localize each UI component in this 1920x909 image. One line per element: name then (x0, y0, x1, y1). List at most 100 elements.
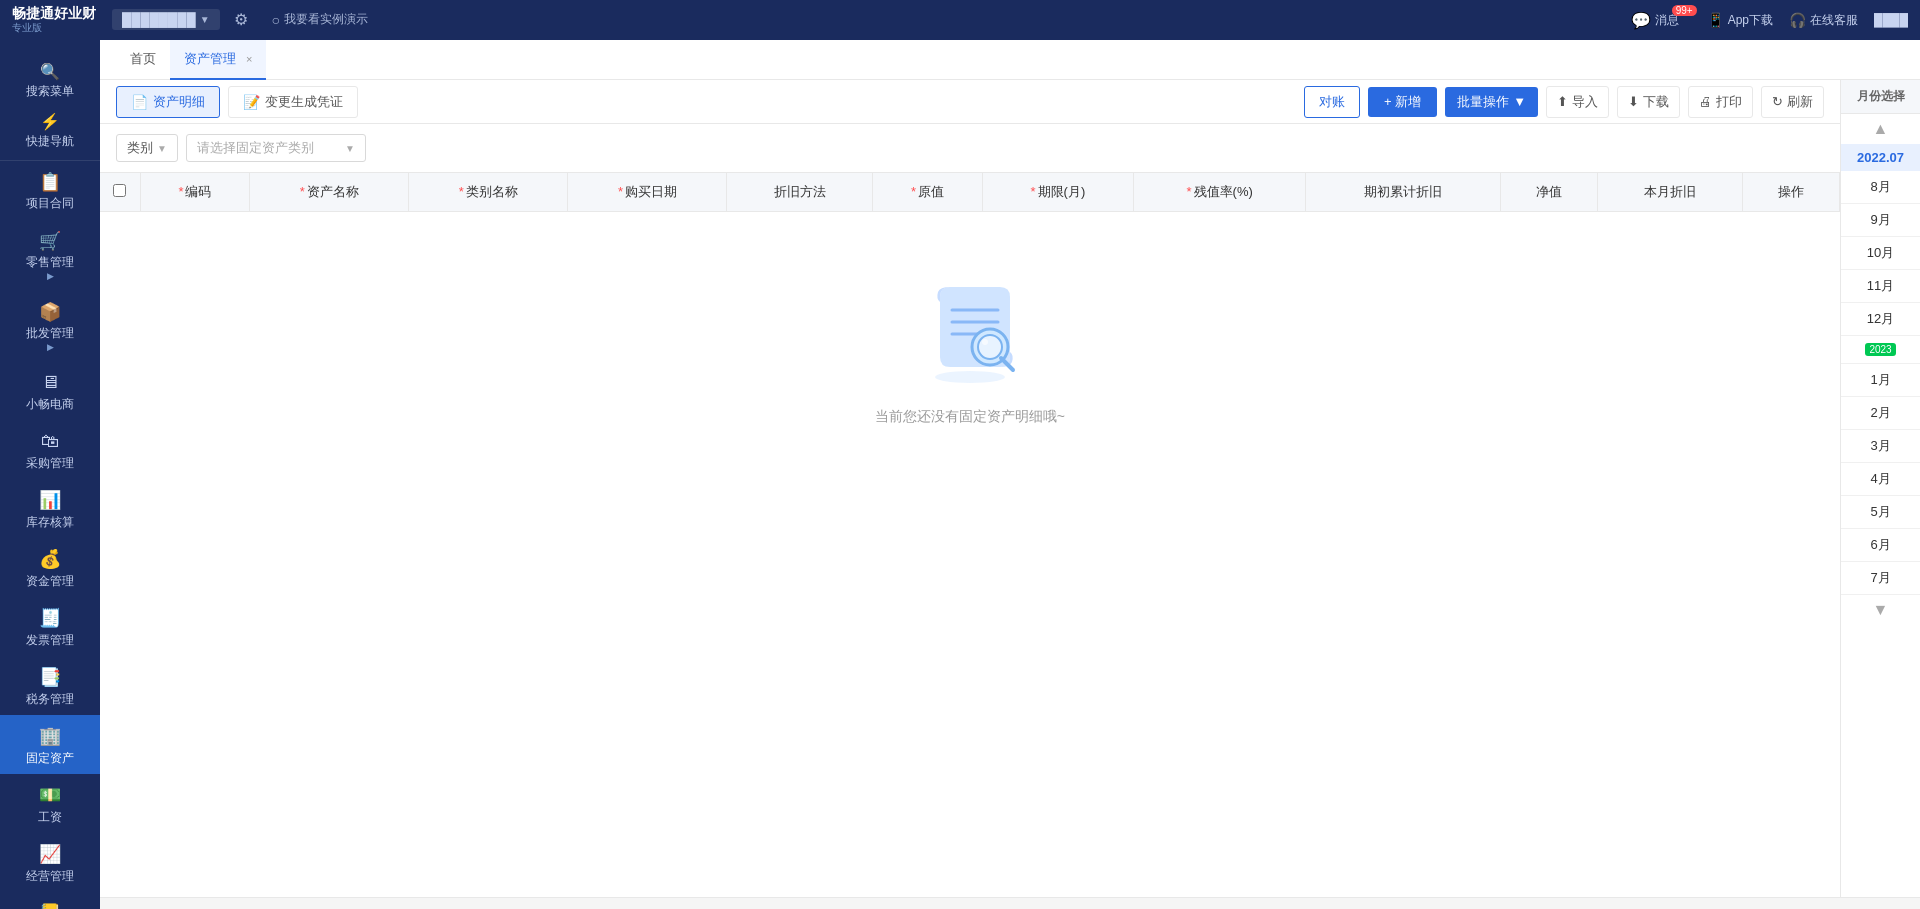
empty-state-text: 当前您还没有固定资产明细哦~ (875, 408, 1065, 426)
sub-tab-change-voucher-label: 变更生成凭证 (265, 93, 343, 111)
month-item-1[interactable]: 1月 (1841, 364, 1920, 397)
month-picker-header: 月份选择 (1841, 80, 1920, 114)
category-label: 类别 (127, 139, 153, 157)
headset-icon: 🎧 (1789, 12, 1806, 28)
ledger-icon: 📒 (39, 902, 61, 909)
empty-state-row: 当前您还没有固定资产明细哦~ (100, 212, 1840, 487)
select-all-checkbox[interactable] (113, 184, 126, 197)
month-item-2[interactable]: 2月 (1841, 397, 1920, 430)
download-button[interactable]: ⬇ 下载 (1617, 86, 1680, 118)
month-item-12[interactable]: 12月 (1841, 303, 1920, 336)
sidebar-label-inventory: 库存核算 (26, 515, 74, 531)
col-net-value: 净值 (1501, 173, 1597, 212)
month-picker-year-2022[interactable]: 2022.07 (1841, 144, 1920, 171)
month-nav-down[interactable]: ▼ (1841, 595, 1920, 625)
user-name: ████ (1874, 13, 1908, 27)
sub-tab-asset-detail[interactable]: 📄 资产明细 (116, 86, 220, 118)
asset-table: *编码 *资产名称 *类别名称 *购买日期 折旧方法 *原值 *期限(月) *残… (100, 173, 1840, 486)
sidebar-item-quick-nav[interactable]: ⚡ 快捷导航 (26, 106, 74, 156)
month-item-9[interactable]: 9月 (1841, 204, 1920, 237)
company-selector[interactable]: ████████ ▼ (112, 9, 220, 30)
sidebar-label-wholesale: 批发管理 (26, 326, 74, 342)
month-item-year-2023[interactable]: 2023 (1841, 336, 1920, 364)
month-item-3[interactable]: 3月 (1841, 430, 1920, 463)
nav-icon: ⚡ (40, 112, 60, 131)
category-input[interactable]: 请选择固定资产类别 ▼ (186, 134, 366, 162)
operations-icon: 📈 (39, 843, 61, 866)
sidebar-item-search-menu[interactable]: 🔍 搜索菜单 (26, 56, 74, 106)
print-button[interactable]: 🖨 打印 (1688, 86, 1753, 118)
sidebar-item-inventory[interactable]: 📊 库存核算 (0, 479, 100, 538)
tab-asset-mgmt[interactable]: 资产管理 × (170, 40, 266, 80)
retail-arrow: ▶ (47, 271, 54, 283)
sidebar-item-project-contract[interactable]: 📋 项目合同 (0, 161, 100, 220)
month-item-10[interactable]: 10月 (1841, 237, 1920, 270)
app-download-button[interactable]: 📱 App下载 (1707, 12, 1773, 29)
sidebar-item-operations-mgmt[interactable]: 📈 经营管理 (0, 833, 100, 892)
app-subtitle: 专业版 (12, 21, 96, 35)
sidebar-item-payroll[interactable]: 💵 工资 (0, 774, 100, 833)
month-nav-up[interactable]: ▲ (1841, 114, 1920, 144)
month-nav-up-button[interactable]: ▲ (1865, 118, 1897, 140)
search-icon: 🔍 (40, 62, 60, 81)
sidebar-item-retail-mgmt[interactable]: 🛒 零售管理 ▶ (0, 220, 100, 291)
category-filter-select[interactable]: 类别 ▼ (116, 134, 178, 162)
sidebar-item-ecommerce[interactable]: 🖥 小畅电商 (0, 361, 100, 420)
ecommerce-icon: 🖥 (41, 371, 59, 394)
online-service-button[interactable]: 🎧 在线客服 (1789, 12, 1858, 29)
app-title: 畅捷通好业财 (12, 5, 96, 22)
col-monthly-depreciation: 本月折旧 (1597, 173, 1743, 212)
refresh-label: 刷新 (1787, 93, 1813, 111)
sidebar-label-payroll: 工资 (38, 810, 62, 826)
batch-ops-label: 批量操作 (1457, 93, 1509, 111)
batch-arrow-icon: ▼ (1513, 94, 1526, 109)
import-icon: ⬆ (1557, 94, 1568, 109)
purchase-icon: 🛍 (41, 430, 59, 453)
message-button[interactable]: 💬 消息 99+ (1631, 11, 1679, 30)
month-item-4[interactable]: 4月 (1841, 463, 1920, 496)
tab-asset-label: 资产管理 (184, 50, 236, 68)
tab-home[interactable]: 首页 (116, 40, 170, 80)
reconcile-button[interactable]: 对账 (1304, 86, 1360, 118)
sidebar-group: 📋 项目合同 🛒 零售管理 ▶ 📦 批发管理 ▶ 🖥 小畅电商 🛍 采购管理 (0, 161, 100, 909)
sidebar-item-invoice-mgmt[interactable]: 🧾 发票管理 (0, 597, 100, 656)
sidebar-label-project-contract: 项目合同 (26, 196, 74, 212)
sidebar: 🔍 搜索菜单 ⚡ 快捷导航 📋 项目合同 🛒 零售管理 ▶ 📦 批发管理 ▶ (0, 40, 100, 909)
filter-bar: 类别 ▼ 请选择固定资产类别 ▼ (100, 124, 1840, 173)
refresh-button[interactable]: ↻ 刷新 (1761, 86, 1824, 118)
empty-state-cell: 当前您还没有固定资产明细哦~ (100, 212, 1840, 487)
demo-link[interactable]: ○ 我要看实例演示 (272, 11, 368, 28)
sidebar-item-fixed-assets[interactable]: 🏢 固定资产 (0, 715, 100, 774)
project-icon: 📋 (39, 171, 61, 194)
import-button[interactable]: ⬆ 导入 (1546, 86, 1609, 118)
tab-close-icon[interactable]: × (246, 53, 252, 65)
col-purchase-date: *购买日期 (568, 173, 727, 212)
col-code: *编码 (140, 173, 250, 212)
batch-ops-button[interactable]: 批量操作 ▼ (1445, 87, 1538, 117)
col-residual-rate: *残值率(%) (1133, 173, 1306, 212)
sub-tab-change-voucher[interactable]: 📝 变更生成凭证 (228, 86, 358, 118)
month-nav-down-button[interactable]: ▼ (1865, 599, 1897, 621)
sidebar-item-fund-mgmt[interactable]: 💰 资金管理 (0, 538, 100, 597)
bottom-scrollbar[interactable] (100, 897, 1920, 909)
month-item-5[interactable]: 5月 (1841, 496, 1920, 529)
invoice-icon: 🧾 (39, 607, 61, 630)
sidebar-label-operations: 经营管理 (26, 869, 74, 885)
col-category-name: *类别名称 (409, 173, 568, 212)
demo-label: 我要看实例演示 (284, 11, 368, 28)
month-item-6[interactable]: 6月 (1841, 529, 1920, 562)
month-item-11[interactable]: 11月 (1841, 270, 1920, 303)
settings-icon[interactable]: ⚙ (234, 10, 248, 29)
category-placeholder: 请选择固定资产类别 (197, 139, 314, 157)
sidebar-label-retail: 零售管理 (26, 255, 74, 271)
sidebar-item-purchase-mgmt[interactable]: 🛍 采购管理 (0, 420, 100, 479)
wholesale-arrow: ▶ (47, 342, 54, 354)
month-item-7[interactable]: 7月 (1841, 562, 1920, 595)
sidebar-item-wholesale-mgmt[interactable]: 📦 批发管理 ▶ (0, 291, 100, 362)
sidebar-item-tax-mgmt[interactable]: 📑 税务管理 (0, 656, 100, 715)
month-item-8[interactable]: 8月 (1841, 171, 1920, 204)
sidebar-item-general-ledger[interactable]: 📒 总账管理 (0, 892, 100, 909)
company-chevron-icon: ▼ (200, 14, 210, 25)
svg-point-7 (982, 339, 988, 345)
add-new-button[interactable]: + 新增 (1368, 87, 1437, 117)
